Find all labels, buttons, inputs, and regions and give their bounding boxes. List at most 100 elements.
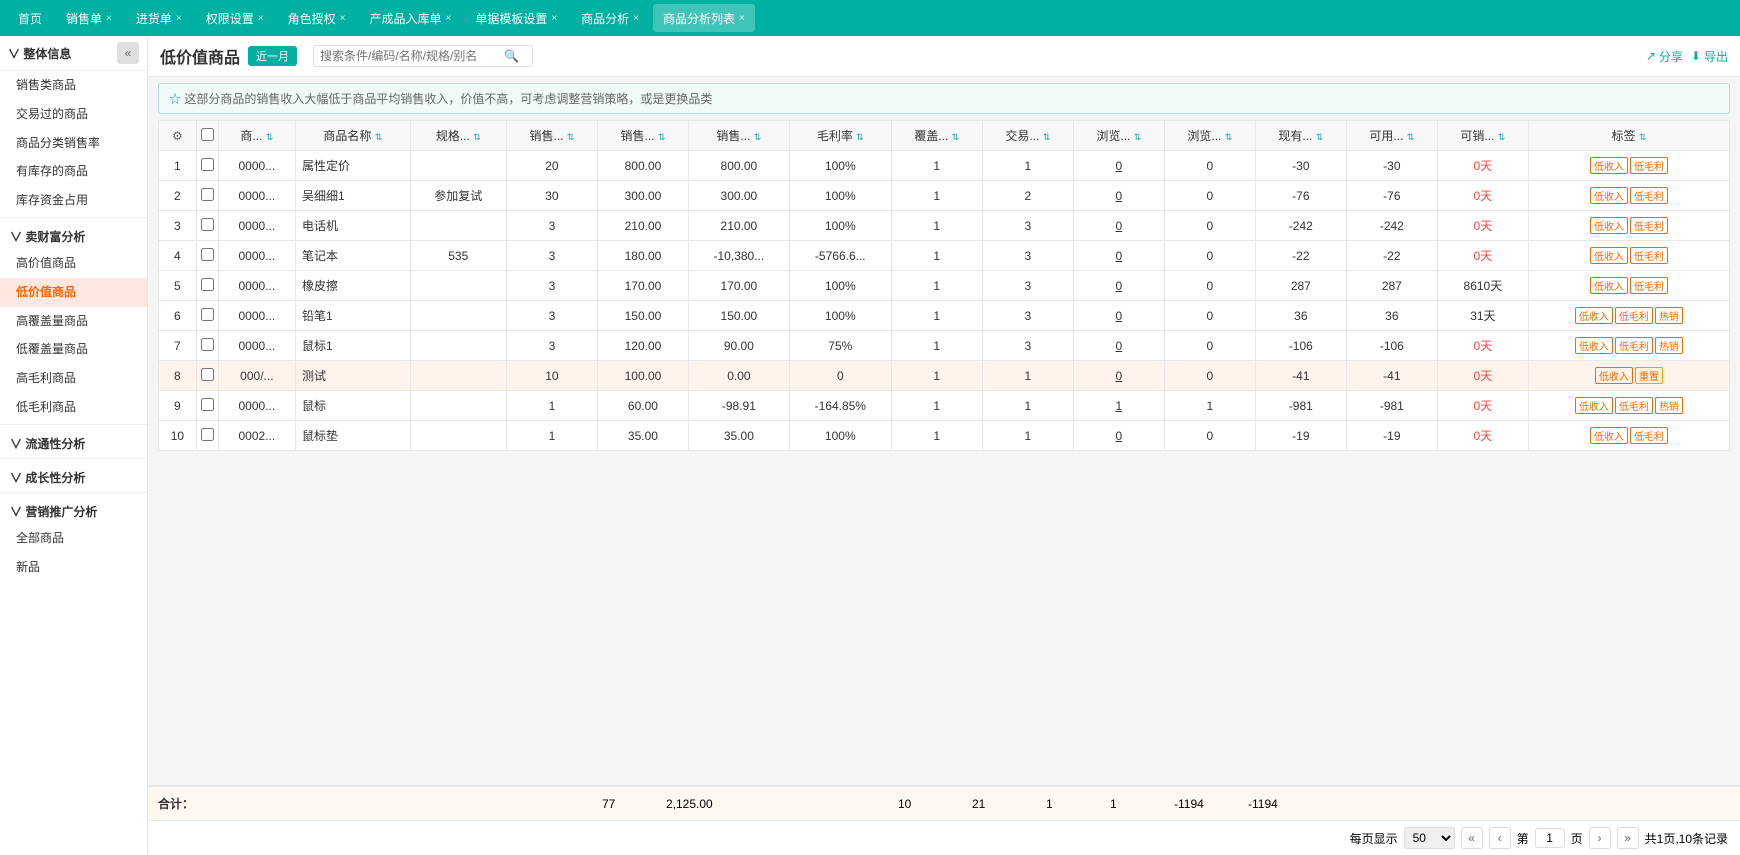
row-browse1[interactable]: 0	[1073, 361, 1164, 391]
nav-home[interactable]: 首页	[8, 4, 52, 32]
browse-link[interactable]: 0	[1115, 309, 1122, 323]
sidebar-item-new-products[interactable]: 新品	[0, 553, 147, 582]
row-checkbox[interactable]	[201, 158, 214, 171]
sidebar-item-low-coverage[interactable]: 低覆盖量商品	[0, 335, 147, 364]
page-size-select[interactable]: 50 100 200	[1404, 827, 1455, 849]
export-button[interactable]: ⬇ 导出	[1691, 48, 1728, 65]
browse-link[interactable]: 0	[1115, 189, 1122, 203]
nav-purchase[interactable]: 进货单 ×	[126, 4, 192, 32]
browse-link[interactable]: 1	[1115, 399, 1122, 413]
row-checkbox[interactable]	[201, 338, 214, 351]
search-input[interactable]	[320, 49, 500, 63]
row-browse1[interactable]: 0	[1073, 331, 1164, 361]
nav-roles[interactable]: 角色授权 ×	[278, 4, 356, 32]
sidebar-group-overall[interactable]: ∨ 整体信息	[8, 45, 71, 62]
row-name[interactable]: 橡皮擦	[295, 271, 410, 301]
tag-热销: 热销	[1655, 397, 1683, 414]
row-checkbox[interactable]	[201, 278, 214, 291]
row-saleable-days: 0天	[1437, 241, 1528, 271]
select-all-checkbox[interactable]	[201, 128, 214, 141]
sidebar-item-low-margin[interactable]: 低毛利商品	[0, 393, 147, 422]
row-name[interactable]: 属性定价	[295, 151, 410, 181]
row-name[interactable]: 测试	[295, 361, 410, 391]
sidebar-group-marketing[interactable]: ∨ 营销推广分析	[0, 495, 147, 524]
row-checkbox[interactable]	[201, 248, 214, 261]
row-checkbox[interactable]	[201, 368, 214, 381]
sidebar-item-all-products[interactable]: 全部商品	[0, 524, 147, 553]
browse-link[interactable]: 0	[1115, 249, 1122, 263]
row-name[interactable]: 铅笔1	[295, 301, 410, 331]
sidebar-item-capital[interactable]: 库存资金占用	[0, 186, 147, 215]
row-current: -981	[1255, 391, 1346, 421]
row-checkbox[interactable]	[201, 308, 214, 321]
row-s1: 3	[506, 331, 597, 361]
row-checkbox[interactable]	[201, 428, 214, 441]
sidebar-group-wealth[interactable]: ∨ 卖财富分析	[0, 220, 147, 249]
sidebar-group-flow[interactable]: ∨ 流通性分析	[0, 427, 147, 456]
next-page-btn[interactable]: ›	[1589, 827, 1611, 849]
sidebar-item-traded[interactable]: 交易过的商品	[0, 100, 147, 129]
row-checkbox[interactable]	[201, 398, 214, 411]
row-name[interactable]: 鼠标1	[295, 331, 410, 361]
row-name[interactable]: 电话机	[295, 211, 410, 241]
sidebar-item-high-margin[interactable]: 高毛利商品	[0, 364, 147, 393]
row-checkbox[interactable]	[201, 188, 214, 201]
settings-icon[interactable]: ⚙	[172, 129, 183, 143]
share-icon: ↗	[1646, 49, 1656, 63]
nav-inventory[interactable]: 产成品入库单 ×	[359, 4, 461, 32]
search-icon[interactable]: 🔍	[504, 49, 519, 63]
sidebar-item-sales-products[interactable]: 销售类商品	[0, 71, 147, 100]
share-button[interactable]: ↗ 分享	[1646, 48, 1683, 65]
row-name[interactable]: 鼠标	[295, 391, 410, 421]
nav-close-permissions[interactable]: ×	[258, 13, 264, 24]
nav-close-purchase[interactable]: ×	[176, 13, 182, 24]
nav-close-sales[interactable]: ×	[106, 13, 112, 24]
row-available: -41	[1346, 361, 1437, 391]
sidebar-group-growth[interactable]: ∨ 成长性分析	[0, 461, 147, 490]
page-number-input[interactable]	[1535, 828, 1565, 848]
sidebar-item-stock[interactable]: 有库存的商品	[0, 157, 147, 186]
row-browse1[interactable]: 0	[1073, 421, 1164, 451]
browse-link[interactable]: 0	[1115, 339, 1122, 353]
col-gear[interactable]: ⚙	[159, 121, 197, 151]
row-browse1[interactable]: 0	[1073, 301, 1164, 331]
browse-link[interactable]: 0	[1115, 279, 1122, 293]
last-page-btn[interactable]: »	[1617, 827, 1639, 849]
nav-close-product-analysis-list[interactable]: ×	[739, 13, 745, 24]
nav-sales[interactable]: 销售单 ×	[56, 4, 122, 32]
row-browse1[interactable]: 0	[1073, 241, 1164, 271]
browse-link[interactable]: 0	[1115, 159, 1122, 173]
sidebar-item-high-coverage[interactable]: 高覆盖量商品	[0, 307, 147, 336]
sidebar-item-low-value[interactable]: 低价值商品	[0, 278, 147, 307]
row-checkbox[interactable]	[201, 218, 214, 231]
browse-link[interactable]: 0	[1115, 219, 1122, 233]
col-sales3: 销售... ⇅	[688, 121, 789, 151]
row-trade: 1	[982, 151, 1073, 181]
nav-product-analysis-list[interactable]: 商品分析列表 ×	[653, 4, 755, 32]
row-name[interactable]: 鼠标垫	[295, 421, 410, 451]
nav-close-inventory[interactable]: ×	[445, 13, 451, 24]
row-browse1[interactable]: 0	[1073, 211, 1164, 241]
row-browse1[interactable]: 0	[1073, 271, 1164, 301]
nav-close-roles[interactable]: ×	[340, 13, 346, 24]
browse-link[interactable]: 0	[1115, 429, 1122, 443]
date-badge[interactable]: 近一月	[248, 46, 297, 66]
table-container[interactable]: ⚙ 商... ⇅ 商品名称 ⇅ 规格... ⇅ 销售... ⇅ 销售... ⇅ …	[148, 120, 1740, 785]
nav-close-product-analysis[interactable]: ×	[633, 13, 639, 24]
row-num: 1	[159, 151, 197, 181]
row-browse1[interactable]: 0	[1073, 181, 1164, 211]
nav-product-analysis[interactable]: 商品分析 ×	[571, 4, 649, 32]
nav-close-templates[interactable]: ×	[551, 13, 557, 24]
sidebar-collapse-btn[interactable]: «	[117, 42, 139, 64]
row-name[interactable]: 吴细细1	[295, 181, 410, 211]
nav-templates[interactable]: 单据模板设置 ×	[465, 4, 567, 32]
row-browse1[interactable]: 1	[1073, 391, 1164, 421]
row-browse1[interactable]: 0	[1073, 151, 1164, 181]
sidebar-item-category-rate[interactable]: 商品分类销售率	[0, 129, 147, 158]
browse-link[interactable]: 0	[1115, 369, 1122, 383]
nav-permissions[interactable]: 权限设置 ×	[196, 4, 274, 32]
prev-page-btn[interactable]: ‹	[1489, 827, 1511, 849]
sidebar-item-high-value[interactable]: 高价值商品	[0, 249, 147, 278]
row-name[interactable]: 笔记本	[295, 241, 410, 271]
first-page-btn[interactable]: «	[1461, 827, 1483, 849]
